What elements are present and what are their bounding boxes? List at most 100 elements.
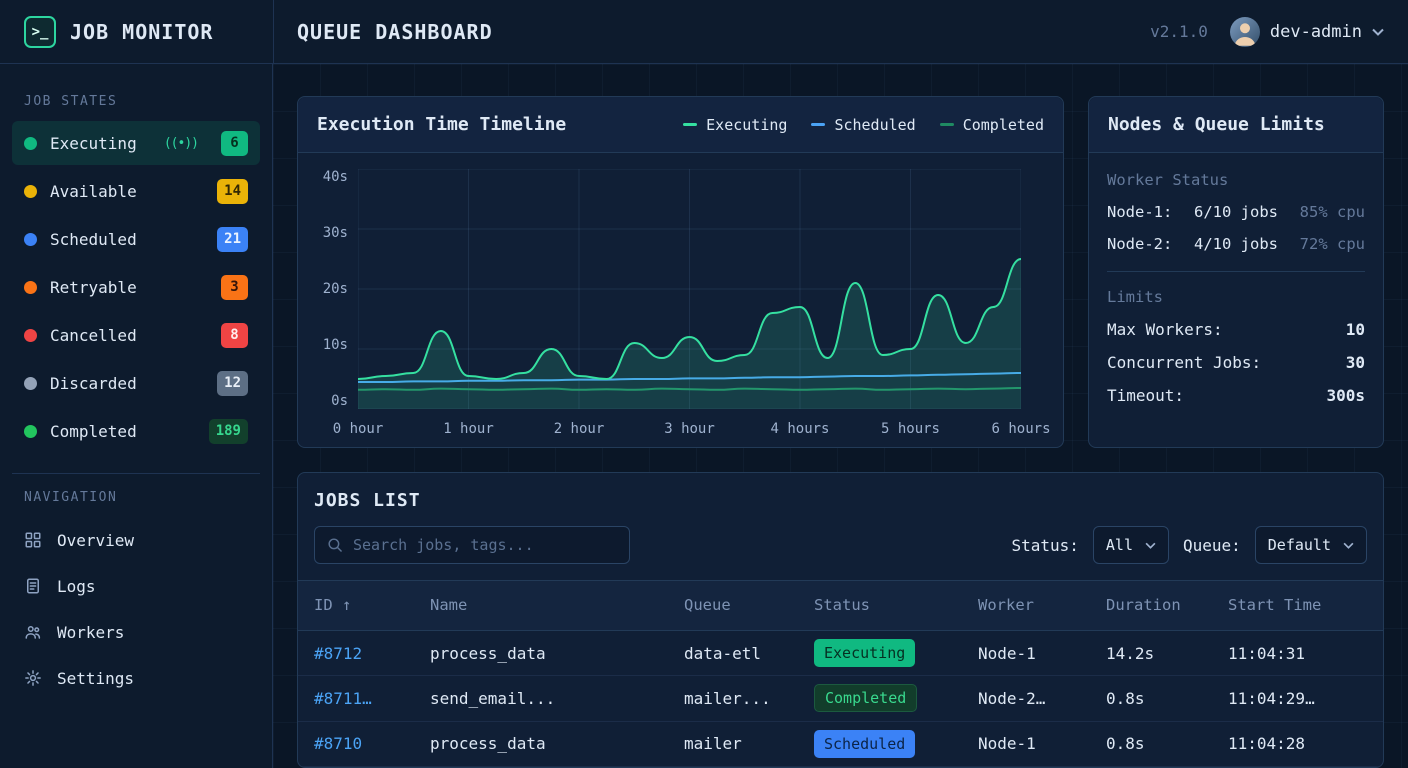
sidebar-item-completed[interactable]: Completed 189: [12, 409, 260, 453]
job-states-section-label: JOB STATES: [24, 94, 118, 109]
state-count-badge: 21: [217, 226, 248, 252]
nav-label: Settings: [57, 668, 135, 688]
job-id-link[interactable]: #8711…: [298, 689, 414, 708]
job-start-time: 11:04:29…: [1228, 688, 1315, 708]
column-header-worker[interactable]: Worker: [962, 596, 1090, 614]
status-filter-select[interactable]: All: [1092, 526, 1169, 564]
legend-item-executing: Executing: [683, 116, 787, 134]
table-row[interactable]: #8712 process_data data-etl Executing No…: [298, 631, 1383, 677]
y-tick: 30s: [322, 225, 348, 241]
job-worker: Node-1: [978, 734, 1036, 754]
username: dev-admin: [1269, 21, 1362, 42]
sidebar-item-retryable[interactable]: Retryable 3: [12, 265, 260, 309]
timeline-card-header: Execution Time Timeline Executing Schedu…: [298, 97, 1063, 153]
search-input[interactable]: [353, 536, 617, 554]
nav-label: Workers: [57, 622, 125, 642]
limit-value: 30: [1345, 353, 1365, 372]
limit-label: Concurrent Jobs:: [1107, 353, 1262, 372]
version-label: v2.1.0: [1150, 22, 1208, 41]
timeline-chart-svg: [358, 169, 1021, 409]
timeline-title: Execution Time Timeline: [317, 114, 567, 135]
search-box[interactable]: [314, 526, 630, 564]
sidebar-item-logs[interactable]: Logs: [12, 563, 260, 609]
jobs-toolbar: Status: All Queue: Default: [298, 511, 1383, 580]
legend-item-scheduled: Scheduled: [811, 116, 916, 134]
y-tick: 40s: [322, 169, 348, 185]
job-queue: data-etl: [684, 643, 762, 663]
worker-cpu: 85% cpu: [1299, 203, 1365, 221]
sidebar-item-available[interactable]: Available 14: [12, 169, 260, 213]
job-start-time: 11:04:31: [1228, 643, 1306, 663]
search-icon: [328, 538, 343, 553]
sidebar-item-executing[interactable]: Executing ((•)) 6: [12, 121, 260, 165]
column-header-name[interactable]: Name: [414, 596, 668, 614]
sidebar-divider: [12, 473, 260, 474]
y-axis-labels: 40s 30s 20s 10s 0s: [312, 169, 358, 409]
people-icon: [25, 626, 41, 639]
worker-name: Node-1:: [1107, 203, 1173, 221]
status-dot: [24, 424, 37, 438]
state-label: Retryable: [50, 277, 137, 297]
state-label: Cancelled: [50, 325, 137, 345]
table-row[interactable]: #8710 process_data mailer Scheduled Node…: [298, 722, 1383, 767]
status-badge: Completed: [814, 684, 918, 713]
app-title: JOB MONITOR: [70, 19, 214, 44]
job-worker: Node-2…: [978, 688, 1046, 708]
job-name: send_email...: [430, 688, 556, 708]
legend-item-completed: Completed: [939, 116, 1044, 134]
column-header-duration[interactable]: Duration: [1090, 596, 1212, 614]
chevron-down-icon: [1343, 542, 1354, 549]
column-header-id[interactable]: ID ↑: [298, 596, 414, 614]
state-count-badge: 14: [217, 178, 248, 204]
column-header-queue[interactable]: Queue: [668, 596, 798, 614]
column-header-start-time[interactable]: Start Time: [1212, 596, 1383, 614]
chart-area: 40s 30s 20s 10s 0s 0 hour 1 hour 2 hour …: [298, 153, 1063, 447]
queue-filter-select[interactable]: Default: [1254, 526, 1367, 564]
legend-swatch: [939, 123, 954, 126]
terminal-icon: >_: [24, 15, 56, 48]
brand: >_ JOB MONITOR: [24, 15, 273, 48]
x-tick: 3 hour: [664, 421, 715, 437]
chevron-down-icon: [1145, 542, 1156, 549]
state-label: Scheduled: [50, 229, 137, 249]
sidebar-item-discarded[interactable]: Discarded 12: [12, 361, 260, 405]
avatar[interactable]: [1229, 16, 1260, 47]
status-dot: [24, 184, 37, 198]
person-icon: [1234, 22, 1256, 46]
worker-jobs: 4/10 jobs: [1194, 235, 1278, 253]
worker-row-node-2: Node-2: 4/10 jobs 72% cpu: [1107, 235, 1365, 253]
limit-label: Max Workers:: [1107, 320, 1223, 339]
job-id-link[interactable]: #8712: [298, 644, 414, 663]
sidebar-item-workers[interactable]: Workers: [12, 609, 260, 655]
sidebar-item-scheduled[interactable]: Scheduled 21: [12, 217, 260, 261]
worker-status-label: Worker Status: [1107, 171, 1229, 189]
column-header-status[interactable]: Status: [798, 596, 962, 614]
state-label: Available: [50, 181, 137, 201]
x-tick: 1 hour: [443, 421, 494, 437]
sidebar-item-cancelled[interactable]: Cancelled 8: [12, 313, 260, 357]
worker-jobs: 6/10 jobs: [1194, 203, 1278, 221]
limit-row-timeout: Timeout: 300s: [1107, 386, 1365, 405]
line-chart-plot: [358, 169, 1021, 409]
document-icon: [27, 578, 39, 594]
state-count-badge: 8: [221, 322, 248, 348]
sidebar-item-overview[interactable]: Overview: [12, 517, 260, 563]
nodes-card-header: Nodes & Queue Limits: [1089, 97, 1383, 153]
timeline-card: Execution Time Timeline Executing Schedu…: [297, 96, 1064, 448]
worker-row-node-1: Node-1: 6/10 jobs 85% cpu: [1107, 203, 1365, 221]
x-tick: 0 hour: [332, 421, 384, 437]
navigation-section-label: NAVIGATION: [24, 490, 118, 505]
status-badge: Executing: [814, 639, 916, 668]
nav-label: Overview: [57, 530, 135, 550]
nodes-title: Nodes & Queue Limits: [1108, 114, 1325, 135]
y-tick: 10s: [322, 337, 348, 353]
limits-label: Limits: [1107, 288, 1163, 306]
x-axis-labels: 0 hour 1 hour 2 hour 3 hour 4 hours 5 ho…: [333, 409, 1051, 443]
queue-filter-label: Queue:: [1182, 535, 1241, 555]
sidebar-item-settings[interactable]: Settings: [12, 655, 260, 701]
job-start-time: 11:04:28: [1228, 734, 1306, 754]
status-dot: [24, 280, 37, 294]
user-menu[interactable]: dev-admin: [1229, 16, 1384, 47]
table-row[interactable]: #8711… send_email... mailer... Completed…: [298, 676, 1383, 722]
job-id-link[interactable]: #8710: [298, 734, 414, 753]
